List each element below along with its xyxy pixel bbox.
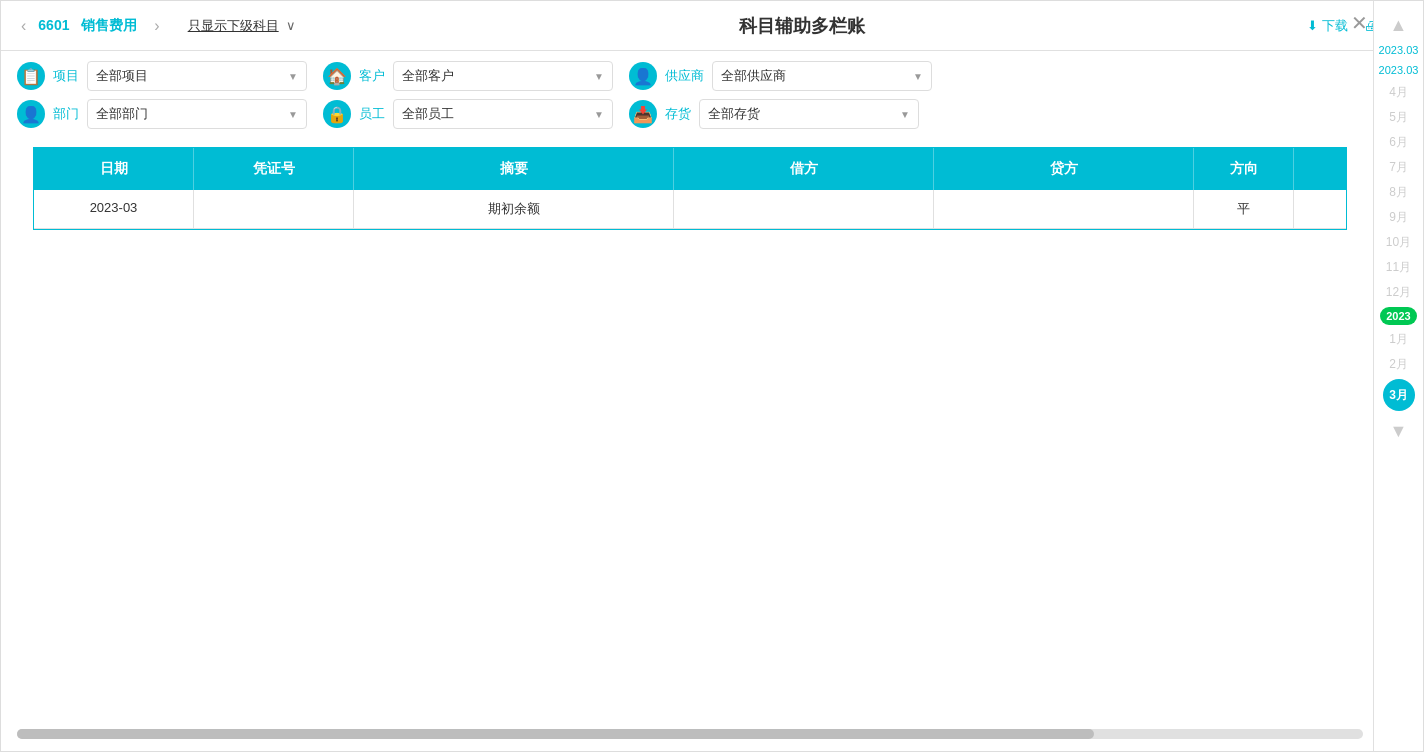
scrollbar-track[interactable]: [17, 729, 1363, 739]
supplier-value: 全部供应商: [721, 67, 913, 85]
cell-voucher: [194, 190, 354, 228]
table-header: 日期 凭证号 摘要 借方 贷方 方向 余额: [34, 148, 1346, 190]
department-arrow-icon: ▼: [288, 109, 298, 120]
sidebar-item-12[interactable]: 12月: [1384, 280, 1413, 305]
filters-area: 📋 项目 全部项目 ▼ 🏠 客户 全部客户 ▼ 👤 供应商: [1, 51, 1423, 147]
sidebar-item-2023-03-2[interactable]: 2023.03: [1377, 60, 1421, 80]
filter-row-1: 📋 项目 全部项目 ▼ 🏠 客户 全部客户 ▼ 👤 供应商: [17, 61, 1407, 91]
employee-icon: 🔒: [323, 100, 351, 128]
table-wrapper: 日期 凭证号 摘要 借方 贷方 方向 余额 2023-03 期初余额 平: [17, 147, 1363, 230]
employee-arrow-icon: ▼: [594, 109, 604, 120]
customer-select[interactable]: 全部客户 ▼: [393, 61, 613, 91]
next-arrow[interactable]: ›: [150, 17, 163, 35]
sidebar-down-arrow[interactable]: ▼: [1386, 417, 1412, 446]
sidebar-item-5[interactable]: 5月: [1387, 105, 1410, 130]
col-direction: 方向: [1194, 148, 1294, 190]
sidebar-item-6[interactable]: 6月: [1387, 130, 1410, 155]
cell-direction: 平: [1194, 190, 1294, 228]
customer-icon: 🏠: [323, 62, 351, 90]
project-label: 项目: [53, 67, 79, 85]
project-arrow-icon: ▼: [288, 71, 298, 82]
inventory-arrow-icon: ▼: [900, 109, 910, 120]
filter-supplier: 👤 供应商 全部供应商 ▼: [629, 61, 932, 91]
sidebar-item-8[interactable]: 8月: [1387, 180, 1410, 205]
show-sub-label[interactable]: 只显示下级科目: [188, 18, 279, 33]
month-sidebar: ▲ 2023.03 2023.03 4月 5月 6月 7月 8月 9月 10月 …: [1373, 1, 1423, 752]
department-select[interactable]: 全部部门 ▼: [87, 99, 307, 129]
cell-debit: [674, 190, 934, 228]
project-select[interactable]: 全部项目 ▼: [87, 61, 307, 91]
filter-project: 📋 项目 全部项目 ▼: [17, 61, 307, 91]
prev-arrow[interactable]: ‹: [17, 17, 30, 35]
cell-credit: [934, 190, 1194, 228]
employee-select[interactable]: 全部员工 ▼: [393, 99, 613, 129]
col-debit: 借方: [674, 148, 934, 190]
col-summary: 摘要: [354, 148, 674, 190]
col-voucher: 凭证号: [194, 148, 354, 190]
col-date: 日期: [34, 148, 194, 190]
customer-value: 全部客户: [402, 67, 594, 85]
year-badge[interactable]: 2023: [1380, 307, 1416, 325]
inventory-label: 存货: [665, 105, 691, 123]
sidebar-item-10[interactable]: 10月: [1384, 230, 1413, 255]
header: ‹ 6601 销售费用 › 只显示下级科目 ∨ 科目辅助多栏账 ⬇ 下载 🖨 打…: [1, 1, 1423, 51]
filter-department: 👤 部门 全部部门 ▼: [17, 99, 307, 129]
sidebar-item-2[interactable]: 2月: [1387, 352, 1410, 377]
employee-label: 员工: [359, 105, 385, 123]
filter-customer: 🏠 客户 全部客户 ▼: [323, 61, 613, 91]
show-sub-arrow-icon: ∨: [286, 18, 296, 33]
scrollbar-thumb[interactable]: [17, 729, 1094, 739]
inventory-select[interactable]: 全部存货 ▼: [699, 99, 919, 129]
department-label: 部门: [53, 105, 79, 123]
table-row: 2023-03 期初余额 平: [34, 190, 1346, 229]
inventory-icon: 📥: [629, 100, 657, 128]
sidebar-item-2023-03-top[interactable]: 2023.03: [1377, 40, 1421, 60]
employee-value: 全部员工: [402, 105, 594, 123]
sidebar-item-9[interactable]: 9月: [1387, 205, 1410, 230]
page-title: 科目辅助多栏账: [296, 14, 1307, 38]
sidebar-up-arrow[interactable]: ▲: [1386, 11, 1412, 40]
supplier-icon: 👤: [629, 62, 657, 90]
supplier-select[interactable]: 全部供应商 ▼: [712, 61, 932, 91]
department-value: 全部部门: [96, 105, 288, 123]
account-label: 6601 销售费用: [30, 17, 150, 35]
customer-label: 客户: [359, 67, 385, 85]
download-button[interactable]: ⬇ 下载: [1307, 17, 1348, 35]
sidebar-item-11[interactable]: 11月: [1384, 255, 1413, 280]
sidebar-item-7[interactable]: 7月: [1387, 155, 1410, 180]
project-value: 全部项目: [96, 67, 288, 85]
project-icon: 📋: [17, 62, 45, 90]
cell-date: 2023-03: [34, 190, 194, 228]
inventory-value: 全部存货: [708, 105, 900, 123]
account-name: 销售费用: [81, 17, 137, 33]
sidebar-item-1[interactable]: 1月: [1387, 327, 1410, 352]
department-icon: 👤: [17, 100, 45, 128]
download-label: 下载: [1322, 17, 1348, 35]
filter-row-2: 👤 部门 全部部门 ▼ 🔒 员工 全部员工 ▼ 📥 存货: [17, 99, 1407, 129]
customer-arrow-icon: ▼: [594, 71, 604, 82]
account-code: 6601: [38, 17, 69, 33]
sidebar-item-3-active[interactable]: 3月: [1383, 379, 1415, 411]
supplier-label: 供应商: [665, 67, 704, 85]
filter-inventory: 📥 存货 全部存货 ▼: [629, 99, 919, 129]
col-credit: 贷方: [934, 148, 1194, 190]
sidebar-item-4[interactable]: 4月: [1387, 80, 1410, 105]
supplier-arrow-icon: ▼: [913, 71, 923, 82]
cell-summary: 期初余额: [354, 190, 674, 228]
filter-employee: 🔒 员工 全部员工 ▼: [323, 99, 613, 129]
download-icon: ⬇: [1307, 18, 1318, 33]
data-table: 日期 凭证号 摘要 借方 贷方 方向 余额 2023-03 期初余额 平: [33, 147, 1347, 230]
main-window: ✕ ‹ 6601 销售费用 › 只显示下级科目 ∨ 科目辅助多栏账 ⬇ 下载 🖨…: [0, 0, 1424, 752]
close-button[interactable]: ✕: [1351, 11, 1368, 35]
